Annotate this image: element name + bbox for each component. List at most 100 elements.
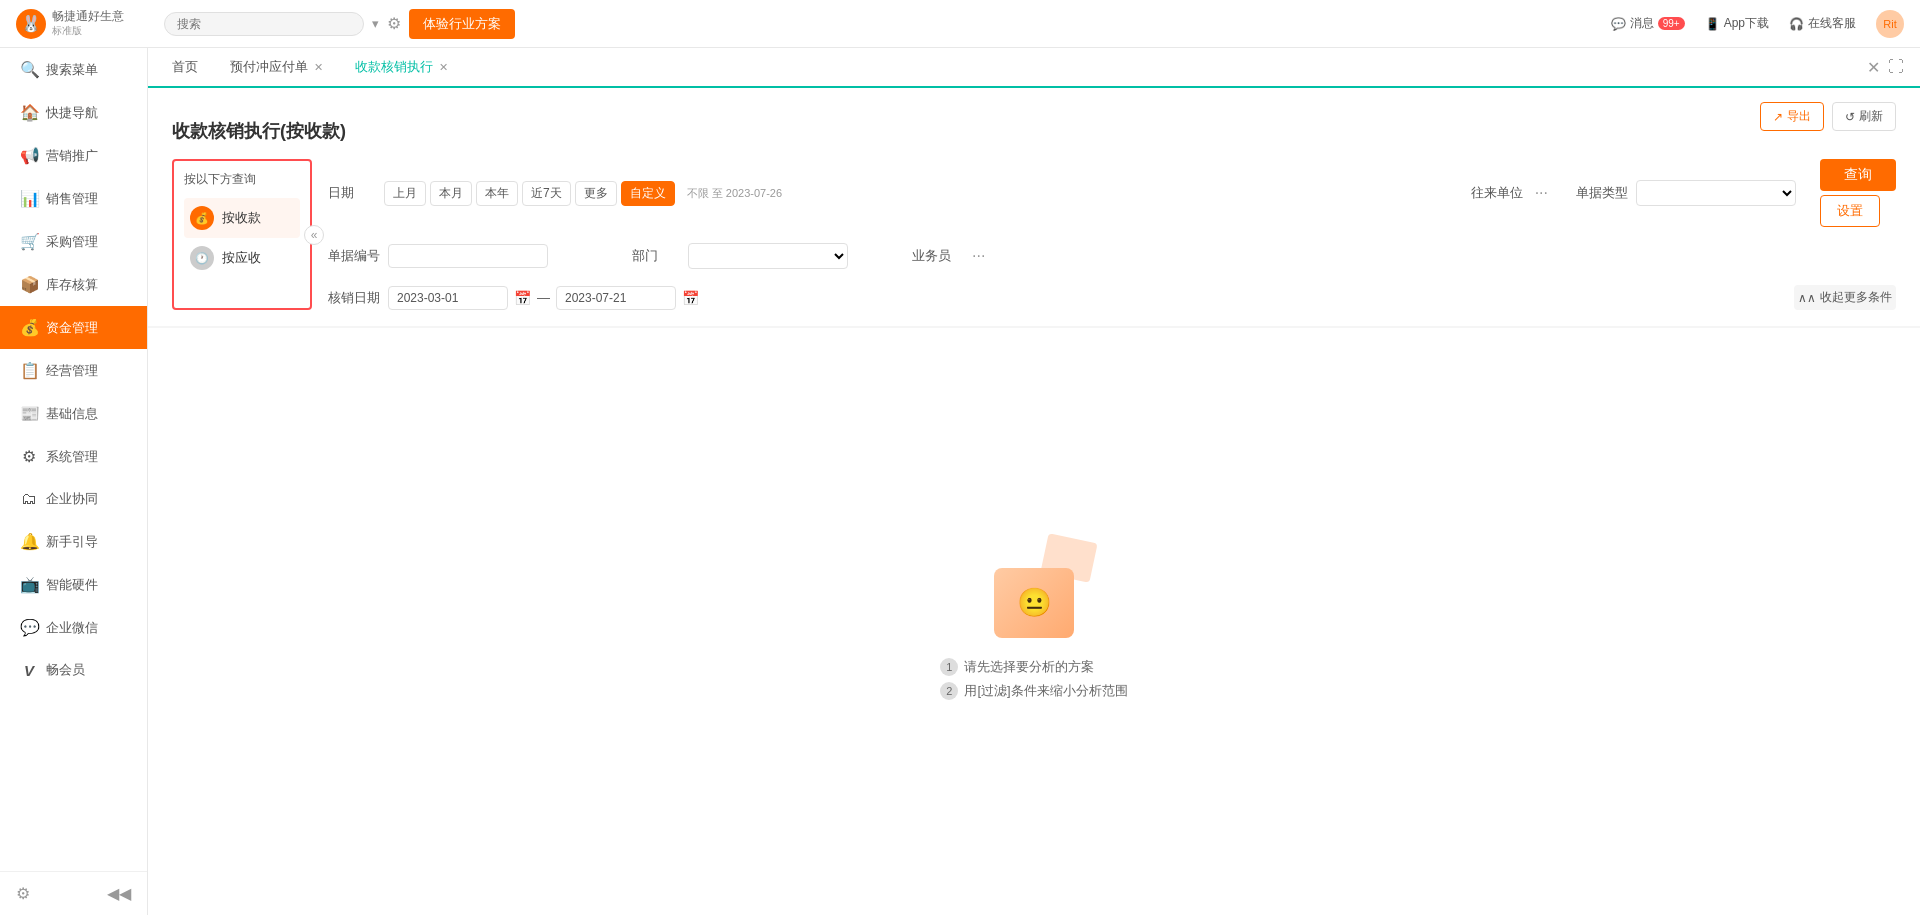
filter-sidebar-toggle[interactable]: « [304,225,324,245]
receipt-filter-icon: 💰 [190,206,214,230]
message-label: 消息 [1630,15,1654,32]
tip-num-1: 1 [940,658,958,676]
app-download-action[interactable]: 📱 App下载 [1705,15,1769,32]
filter-main: 日期 上月 本月 本年 近7天 更多 自定义 不限 至 2023-07-26 往… [328,159,1896,310]
collapse-more-wrap: ∧∧ 收起更多条件 [1794,285,1896,310]
sidebar-item-search-menu[interactable]: 🔍 搜索菜单 [0,48,147,91]
sidebar-item-system[interactable]: ⚙ 系统管理 [0,435,147,478]
writeoff-date-end[interactable] [556,286,676,310]
cal-end-icon[interactable]: 📅 [682,290,699,306]
filter-option-by-receipt[interactable]: 💰 按收款 [184,198,300,238]
member-icon: V [20,662,38,679]
sidebar-item-marketing[interactable]: 📢 营销推广 [0,134,147,177]
tip-text-1: 请先选择要分析的方案 [964,658,1094,676]
online-service-label: 在线客服 [1808,15,1856,32]
filter-group-doc-type: 单据类型 [1576,180,1796,206]
writeoff-date-start[interactable] [388,286,508,310]
online-service-action[interactable]: 🎧 在线客服 [1789,15,1856,32]
filter-group-counterpart: 往来单位 ··· [1471,184,1552,202]
tab-writeoff[interactable]: 收款核销执行 ✕ [339,48,464,88]
tab-prepay[interactable]: 预付冲应付单 ✕ [214,48,339,88]
guide-icon: 🔔 [20,532,38,551]
sidebar-collapse-btn[interactable]: ◀◀ [107,884,131,903]
sidebar-label-inventory: 库存核算 [46,276,98,294]
tip-text-2: 用[过滤]条件来缩小分析范围 [964,682,1127,700]
query-button[interactable]: 查询 [1820,159,1896,191]
cal-start-icon[interactable]: 📅 [514,290,531,306]
tab-writeoff-close[interactable]: ✕ [439,61,448,74]
sidebar-label-sales: 销售管理 [46,190,98,208]
counterpart-dots[interactable]: ··· [1531,184,1552,202]
search-input[interactable] [164,12,364,36]
this-year-btn[interactable]: 本年 [476,181,518,206]
receivable-filter-icon: 🕐 [190,246,214,270]
sidebar-bottom: ⚙ ◀◀ [0,871,147,915]
query-settings-group: 查询 设置 [1820,159,1896,227]
sidebar-item-hardware[interactable]: 📺 智能硬件 [0,563,147,606]
logo: 🐰 畅捷通好生意 标准版 [16,9,164,39]
tab-prepay-close[interactable]: ✕ [314,61,323,74]
main-content: 首页 预付冲应付单 ✕ 收款核销执行 ✕ ✕ ⛶ 收款核销执行(按收款) ↗ 导… [148,48,1920,915]
sidebar-item-finance[interactable]: 💰 资金管理 [0,306,147,349]
settings-button[interactable]: 设置 [1820,195,1880,227]
dropdown-icon[interactable]: ▾ [372,16,379,31]
custom-btn[interactable]: 自定义 [621,181,675,206]
sidebar-item-inventory[interactable]: 📦 库存核算 [0,263,147,306]
writeoff-date-label: 核销日期 [328,289,380,307]
export-button[interactable]: ↗ 导出 [1760,102,1824,131]
more-btn[interactable]: 更多 [575,181,617,206]
salesperson-dots[interactable]: ··· [968,247,989,265]
empty-tip-1: 1 请先选择要分析的方案 [940,658,1127,676]
sidebar-label-quick-nav: 快捷导航 [46,104,98,122]
sidebar-item-cooperation[interactable]: 🗂 企业协同 [0,478,147,520]
filter-row-1: 日期 上月 本月 本年 近7天 更多 自定义 不限 至 2023-07-26 往… [328,159,1896,227]
filter-group-dept: 部门 [632,243,848,269]
gear-icon[interactable]: ⚙ [387,14,401,33]
last-month-btn[interactable]: 上月 [384,181,426,206]
collapse-more-btn[interactable]: ∧∧ 收起更多条件 [1794,285,1896,310]
filter-option-by-receivable[interactable]: 🕐 按应收 [184,238,300,278]
doc-no-label: 单据编号 [328,247,380,265]
user-avatar[interactable]: Rit [1876,10,1904,38]
logo-text: 畅捷通好生意 [52,9,124,23]
sidebar-item-basic-info[interactable]: 📰 基础信息 [0,392,147,435]
filter-group-salesperson: 业务员 ··· [912,247,989,265]
topbar: 🐰 畅捷通好生意 标准版 ▾ ⚙ 体验行业方案 💬 消息 99+ 📱 App下载… [0,0,1920,48]
sidebar-item-member[interactable]: V 畅会员 [0,649,147,691]
tab-expand-btn[interactable]: ⛶ [1888,58,1904,76]
sidebar-label-guide: 新手引导 [46,533,98,551]
sidebar-item-quick-nav[interactable]: 🏠 快捷导航 [0,91,147,134]
topbar-actions: 💬 消息 99+ 📱 App下载 🎧 在线客服 Rit [1611,10,1904,38]
refresh-button[interactable]: ↺ 刷新 [1832,102,1896,131]
hardware-icon: 📺 [20,575,38,594]
tab-home[interactable]: 首页 [156,48,214,86]
sidebar-label-purchase: 采购管理 [46,233,98,251]
sidebar-label-system: 系统管理 [46,448,98,466]
sidebar-item-operations[interactable]: 📋 经营管理 [0,349,147,392]
sidebar-item-purchase[interactable]: 🛒 采购管理 [0,220,147,263]
export-label: 导出 [1787,108,1811,125]
tab-close-btn[interactable]: ✕ [1867,58,1880,77]
app-download-label: App下载 [1724,15,1769,32]
sidebar-item-wechat[interactable]: 💬 企业微信 [0,606,147,649]
last-7days-btn[interactable]: 近7天 [522,181,571,206]
sidebar-item-sales[interactable]: 📊 销售管理 [0,177,147,220]
tab-controls: ✕ ⛶ [1859,48,1912,86]
doc-type-select[interactable] [1636,180,1796,206]
sales-icon: 📊 [20,189,38,208]
cooperation-icon: 🗂 [20,490,38,508]
doc-no-input[interactable] [388,244,548,268]
trial-button[interactable]: 体验行业方案 [409,9,515,39]
sidebar-label-hardware: 智能硬件 [46,576,98,594]
message-action[interactable]: 💬 消息 99+ [1611,15,1685,32]
sidebar: 🔍 搜索菜单 🏠 快捷导航 📢 营销推广 📊 销售管理 🛒 采购管理 📦 库存核… [0,48,148,915]
sidebar-item-guide[interactable]: 🔔 新手引导 [0,520,147,563]
sidebar-settings-icon[interactable]: ⚙ [16,884,30,903]
dept-select[interactable] [688,243,848,269]
page-title: 收款核销执行(按收款) [172,119,346,143]
marketing-icon: 📢 [20,146,38,165]
dept-label: 部门 [632,247,680,265]
this-month-btn[interactable]: 本月 [430,181,472,206]
sidebar-label-finance: 资金管理 [46,319,98,337]
topbar-search: ▾ ⚙ 体验行业方案 [164,9,1611,39]
